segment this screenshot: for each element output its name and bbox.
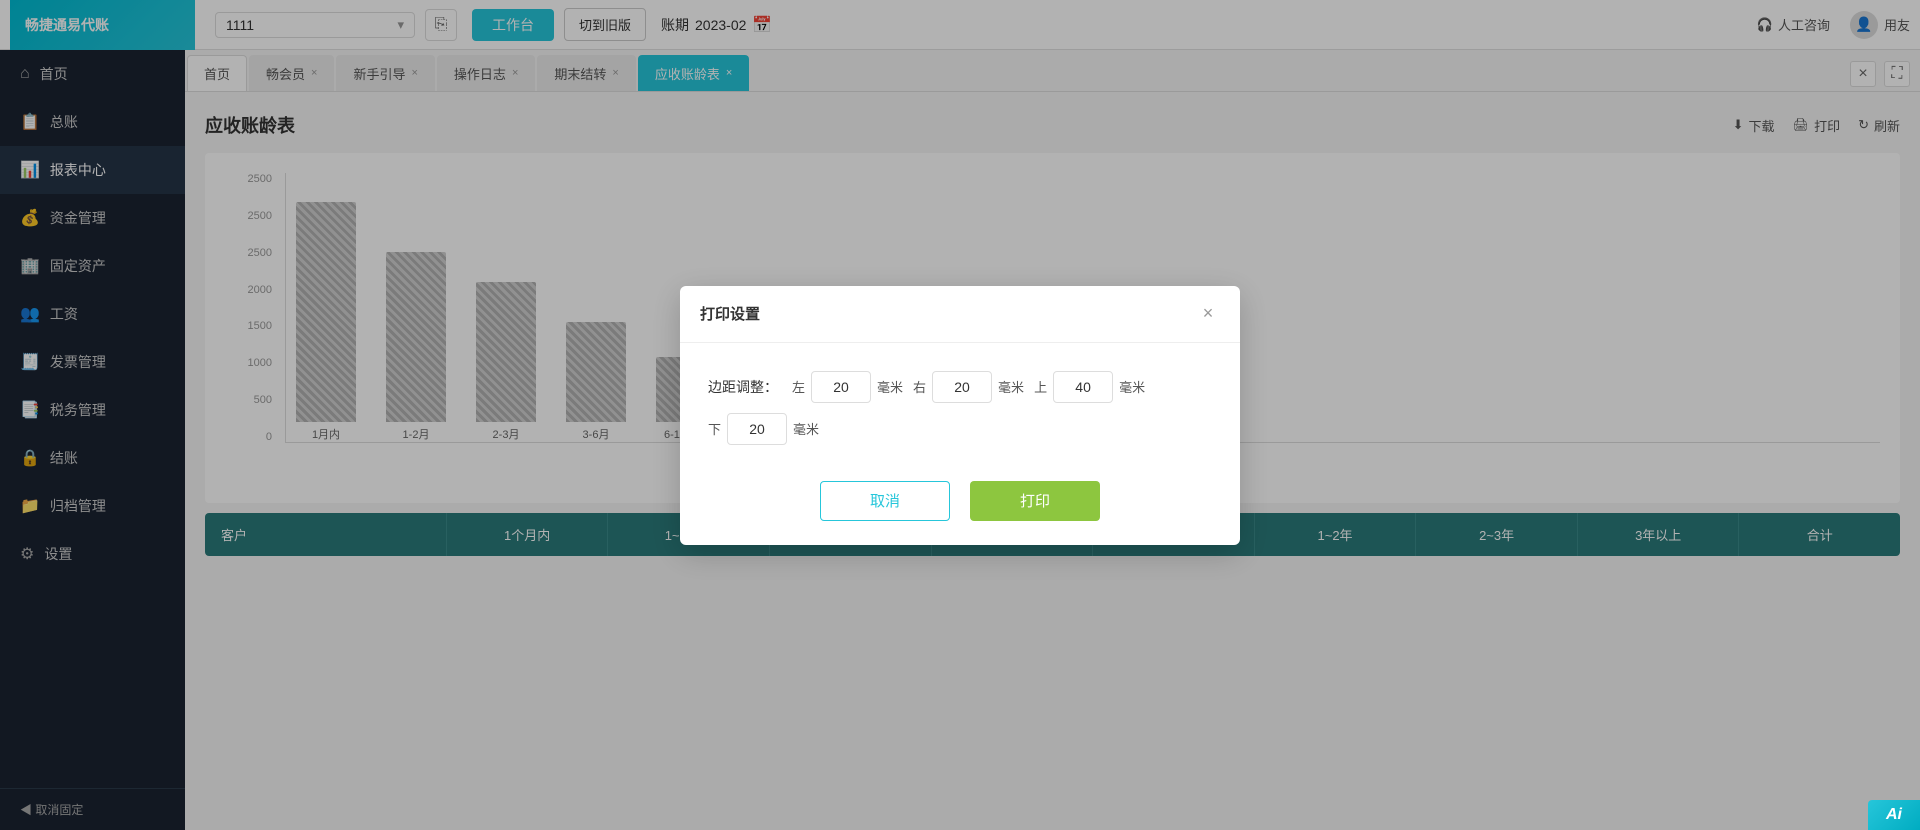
margin-right-group: 右 毫米 bbox=[913, 371, 1024, 403]
bottom-label: 下 bbox=[708, 419, 721, 438]
dialog-close-button[interactable]: × bbox=[1196, 302, 1220, 326]
print-confirm-button[interactable]: 打印 bbox=[970, 481, 1100, 521]
margin-row: 边距调整： 左 毫米 右 毫米 上 毫米 下 bbox=[708, 371, 1212, 445]
dialog-header: 打印设置 × bbox=[680, 286, 1240, 343]
modal-overlay: 打印设置 × 边距调整： 左 毫米 右 毫米 上 毫米 bbox=[0, 0, 1920, 830]
margin-bottom-group: 下 毫米 bbox=[708, 413, 819, 445]
margin-label: 边距调整： bbox=[708, 377, 778, 397]
cancel-button[interactable]: 取消 bbox=[820, 481, 950, 521]
print-settings-dialog: 打印设置 × 边距调整： 左 毫米 右 毫米 上 毫米 bbox=[680, 286, 1240, 545]
top-label: 上 bbox=[1034, 377, 1047, 396]
dialog-footer: 取消 打印 bbox=[680, 465, 1240, 545]
right-unit: 毫米 bbox=[998, 377, 1024, 396]
left-label: 左 bbox=[792, 377, 805, 396]
bottom-unit: 毫米 bbox=[793, 419, 819, 438]
margin-top-input[interactable] bbox=[1053, 371, 1113, 403]
margin-right-input[interactable] bbox=[932, 371, 992, 403]
top-unit: 毫米 bbox=[1119, 377, 1145, 396]
margin-left-input[interactable] bbox=[811, 371, 871, 403]
margin-bottom-input[interactable] bbox=[727, 413, 787, 445]
right-label: 右 bbox=[913, 377, 926, 396]
margin-top-group: 上 毫米 bbox=[1034, 371, 1145, 403]
margin-left-group: 左 毫米 bbox=[792, 371, 903, 403]
dialog-body: 边距调整： 左 毫米 右 毫米 上 毫米 下 bbox=[680, 343, 1240, 465]
dialog-title: 打印设置 bbox=[700, 303, 760, 324]
left-unit: 毫米 bbox=[877, 377, 903, 396]
ai-badge[interactable]: Ai bbox=[1868, 800, 1920, 830]
